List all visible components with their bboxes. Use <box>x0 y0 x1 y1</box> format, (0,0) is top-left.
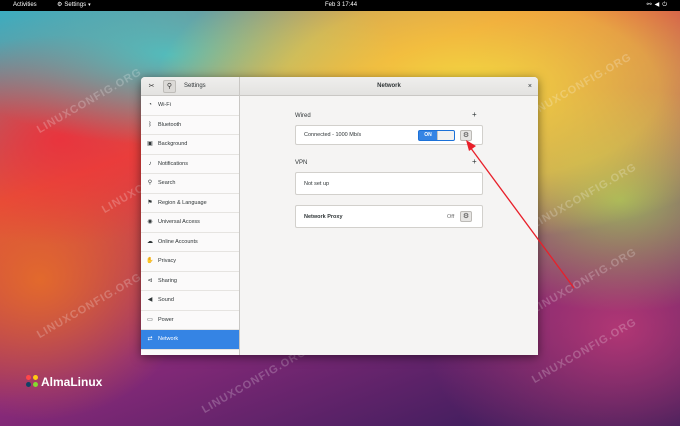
sidebar: ◔ Wi-Fi ᛒ Bluetooth ▣ Background ♪ Notificat… <box>141 96 240 355</box>
add-wired-button[interactable]: + <box>472 110 477 119</box>
sidebar-item-online-accounts[interactable]: ☁ Online Accounts <box>141 233 239 252</box>
sidebar-item-label: Wi-Fi <box>158 102 171 108</box>
sidebar-item-label: Privacy <box>158 258 177 264</box>
sidebar-item-label: Network <box>158 336 179 342</box>
sidebar-item-wifi[interactable]: ◔ Wi-Fi <box>141 96 239 116</box>
header-bar: ✂ ⚲ Settings Network × <box>141 77 538 96</box>
sidebar-item-privacy[interactable]: ✋ Privacy <box>141 252 239 272</box>
wired-status: Connected - 1000 Mb/s <box>304 132 362 138</box>
sidebar-header: ✂ ⚲ Settings <box>141 77 240 96</box>
sidebar-item-sound[interactable]: ◀ Sound <box>141 291 239 311</box>
system-menu[interactable]: ⚯◀⏻ <box>647 0 670 11</box>
wired-settings-button[interactable]: ⚙ <box>460 130 472 141</box>
close-icon: × <box>527 83 532 90</box>
sidebar-item-label: Background <box>158 141 188 147</box>
clock[interactable]: Feb 3 17:44 <box>325 0 357 11</box>
switch-on-label: ON <box>424 132 432 138</box>
online-accounts-icon: ☁ <box>147 238 153 245</box>
power-icon: ▭ <box>147 316 153 323</box>
sidebar-item-label: Sharing <box>158 277 177 284</box>
sidebar-item-label: Search <box>158 180 176 186</box>
app-menu[interactable]: ⚙ Settings ▾ <box>57 0 91 11</box>
wired-section-title: Wired <box>295 113 311 119</box>
search-icon: ⚲ <box>147 180 153 186</box>
gear-icon: ⚙ <box>462 213 470 220</box>
vpn-section-title: VPN <box>295 160 308 166</box>
wired-card: Connected - 1000 Mb/s ON ⚙ <box>295 125 483 145</box>
sidebar-item-label: Universal Access <box>158 219 200 225</box>
vpn-card: Not set up <box>295 172 483 195</box>
panel-title: Network <box>377 83 401 89</box>
privacy-icon: ✋ <box>146 258 154 264</box>
vpn-status: Not set up <box>304 181 330 187</box>
sidebar-item-sharing[interactable]: ⊲ Sharing <box>141 272 239 291</box>
settings-window: ✂ ⚲ Settings Network × ◔ Wi-Fi ᛒ Bluetooth… <box>141 77 538 355</box>
almalinux-logo-mark <box>26 375 39 388</box>
sound-icon: ◀ <box>147 297 153 303</box>
wifi-icon: ◔ <box>148 102 152 108</box>
add-vpn-button[interactable]: + <box>472 157 477 166</box>
gear-icon: ⚙ <box>57 2 63 8</box>
proxy-settings-button[interactable]: ⚙ <box>460 211 472 222</box>
power-icon: ⏻ <box>662 2 670 8</box>
proxy-state: Off <box>447 214 455 220</box>
sidebar-item-search[interactable]: ⚲ Search <box>141 174 239 194</box>
sidebar-item-label: Region & Language <box>158 199 207 206</box>
sidebar-title: Settings <box>184 83 206 89</box>
activities-button[interactable]: Activities <box>13 0 37 11</box>
sidebar-item-label: Bluetooth <box>158 121 182 128</box>
notifications-icon: ♪ <box>148 160 152 167</box>
sidebar-item-background[interactable]: ▣ Background <box>141 135 239 155</box>
network-icon: ⇄ <box>147 336 153 342</box>
switch-knob <box>437 131 454 140</box>
network-panel: Wired + Connected - 1000 Mb/s ON ⚙ VPN +… <box>240 96 538 355</box>
gear-icon: ⚙ <box>462 132 470 139</box>
sidebar-item-bluetooth[interactable]: ᛒ Bluetooth <box>141 116 239 135</box>
sidebar-item-region[interactable]: ⚑ Region & Language <box>141 194 239 213</box>
background-icon: ▣ <box>147 141 153 147</box>
proxy-label: Network Proxy <box>304 214 343 220</box>
bluetooth-icon: ᛒ <box>148 121 152 128</box>
app-menu-label: Settings <box>64 2 87 8</box>
sidebar-item-network[interactable]: ⇄ Network <box>141 330 239 350</box>
network-icon: ⚯ <box>646 2 655 8</box>
sidebar-item-label: Power <box>158 316 174 323</box>
top-bar: Activities ⚙ Settings ▾ Feb 3 17:44 ⚯◀⏻ <box>0 0 680 11</box>
search-icon: ⚲ <box>166 83 173 90</box>
region-icon: ⚑ <box>147 199 153 206</box>
chevron-down-icon: ▾ <box>88 2 91 8</box>
close-button[interactable]: × <box>528 81 532 92</box>
search-button[interactable]: ⚲ <box>163 80 176 93</box>
sidebar-item-universal-access[interactable]: ◉ Universal Access <box>141 213 239 233</box>
sidebar-item-power[interactable]: ▭ Power <box>141 311 239 330</box>
sidebar-item-label: Notifications <box>158 160 188 167</box>
sidebar-item-notifications[interactable]: ♪ Notifications <box>141 155 239 174</box>
logo-text: AlmaLinux <box>41 375 103 389</box>
proxy-card[interactable]: Network Proxy Off ⚙ <box>295 205 483 228</box>
wired-toggle-switch[interactable]: ON <box>418 130 455 141</box>
sharing-icon: ⊲ <box>147 277 153 284</box>
sidebar-item-label: Sound <box>158 297 174 303</box>
tools-icon[interactable]: ✂ <box>145 80 158 93</box>
accessibility-icon: ◉ <box>147 219 153 225</box>
sidebar-item-label: Online Accounts <box>158 238 198 245</box>
